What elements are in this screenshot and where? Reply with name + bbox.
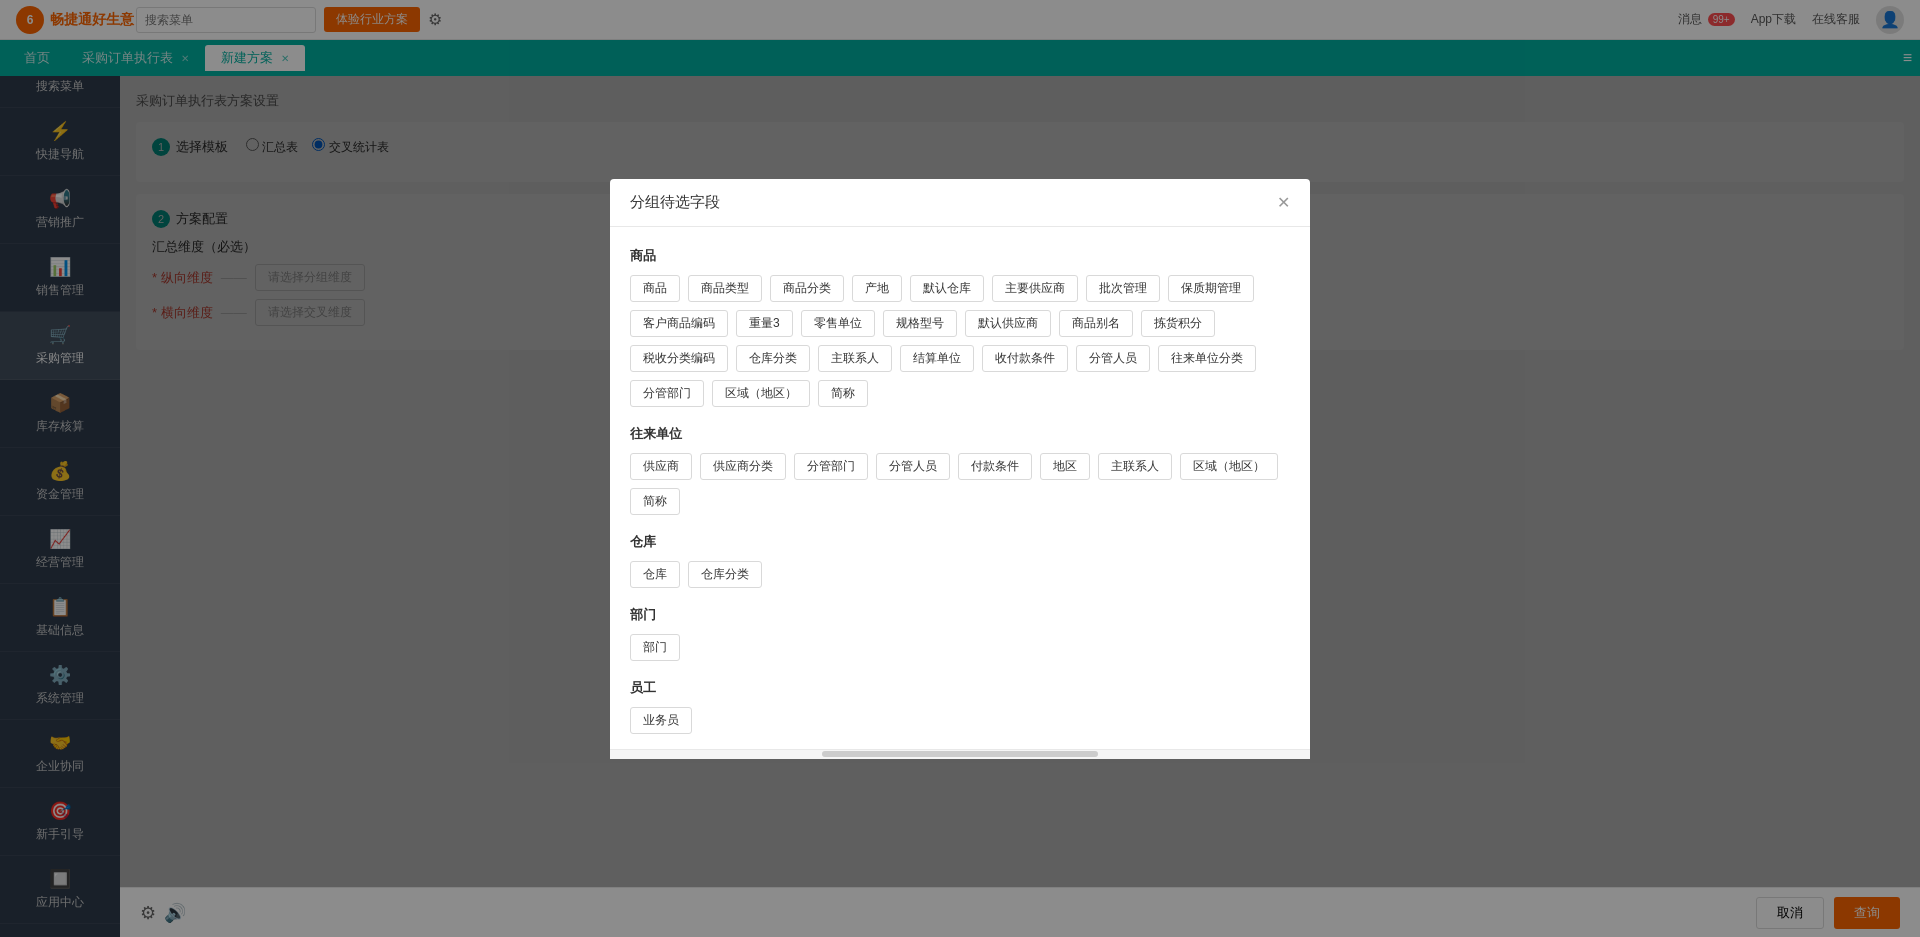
modal-overlay: 分组待选字段 ✕ 商品 商品 商品类型 商品分类 产地 默认仓库 主要供应商 批…: [0, 0, 1920, 937]
section-partners: 往来单位 供应商 供应商分类 分管部门 分管人员 付款条件 地区 主联系人 区域…: [630, 425, 1290, 515]
modal-hscroll[interactable]: [610, 749, 1310, 759]
modal-body: 商品 商品 商品类型 商品分类 产地 默认仓库 主要供应商 批次管理 保质期管理…: [610, 227, 1310, 749]
field-tag-salesperson[interactable]: 业务员: [630, 707, 692, 734]
field-tag-batch[interactable]: 批次管理: [1086, 275, 1160, 302]
section-goods-fields: 商品 商品类型 商品分类 产地 默认仓库 主要供应商 批次管理 保质期管理 客户…: [630, 275, 1290, 407]
field-tag-goods[interactable]: 商品: [630, 275, 680, 302]
field-tag-staff-partner[interactable]: 分管人员: [876, 453, 950, 480]
section-partners-fields: 供应商 供应商分类 分管部门 分管人员 付款条件 地区 主联系人 区域（地区） …: [630, 453, 1290, 515]
field-tag-region-goods[interactable]: 区域（地区）: [712, 380, 810, 407]
field-tag-payment-partner[interactable]: 付款条件: [958, 453, 1032, 480]
section-dept-title: 部门: [630, 606, 1290, 624]
section-warehouse-title: 仓库: [630, 533, 1290, 551]
field-tag-dept-managed[interactable]: 分管部门: [630, 380, 704, 407]
field-tag-customer-code[interactable]: 客户商品编码: [630, 310, 728, 337]
field-tag-origin[interactable]: 产地: [852, 275, 902, 302]
field-tag-goods-cat[interactable]: 商品分类: [770, 275, 844, 302]
field-select-modal: 分组待选字段 ✕ 商品 商品 商品类型 商品分类 产地 默认仓库 主要供应商 批…: [610, 179, 1310, 759]
field-tag-contact-partner[interactable]: 主联系人: [1098, 453, 1172, 480]
field-tag-warehouse[interactable]: 仓库: [630, 561, 680, 588]
field-tag-dept-partner[interactable]: 分管部门: [794, 453, 868, 480]
section-dept-fields: 部门: [630, 634, 1290, 661]
section-goods-title: 商品: [630, 247, 1290, 265]
field-tag-expiry[interactable]: 保质期管理: [1168, 275, 1254, 302]
section-warehouse: 仓库 仓库 仓库分类: [630, 533, 1290, 588]
field-tag-goods-alias[interactable]: 商品别名: [1059, 310, 1133, 337]
field-tag-short-name-partner[interactable]: 简称: [630, 488, 680, 515]
section-staff-title: 员工: [630, 679, 1290, 697]
section-partners-title: 往来单位: [630, 425, 1290, 443]
field-tag-partner-cat[interactable]: 往来单位分类: [1158, 345, 1256, 372]
field-tag-region-partner[interactable]: 区域（地区）: [1180, 453, 1278, 480]
field-tag-main-contact[interactable]: 主联系人: [818, 345, 892, 372]
section-dept: 部门 部门: [630, 606, 1290, 661]
field-tag-warehouse-cat[interactable]: 仓库分类: [736, 345, 810, 372]
modal-header: 分组待选字段 ✕: [610, 179, 1310, 227]
field-tag-weight[interactable]: 重量3: [736, 310, 793, 337]
section-staff: 员工 业务员: [630, 679, 1290, 734]
field-tag-short-name-goods[interactable]: 简称: [818, 380, 868, 407]
field-tag-spec-model[interactable]: 规格型号: [883, 310, 957, 337]
section-warehouse-fields: 仓库 仓库分类: [630, 561, 1290, 588]
field-tag-area-partner[interactable]: 地区: [1040, 453, 1090, 480]
field-tag-warehouse-cat2[interactable]: 仓库分类: [688, 561, 762, 588]
field-tag-pick-points[interactable]: 拣货积分: [1141, 310, 1215, 337]
field-tag-payment-terms[interactable]: 收付款条件: [982, 345, 1068, 372]
field-tag-default-supplier[interactable]: 默认供应商: [965, 310, 1051, 337]
field-tag-settle-unit[interactable]: 结算单位: [900, 345, 974, 372]
modal-title: 分组待选字段: [630, 193, 720, 212]
field-tag-supplier[interactable]: 供应商: [630, 453, 692, 480]
field-tag-manager[interactable]: 分管人员: [1076, 345, 1150, 372]
field-tag-dept[interactable]: 部门: [630, 634, 680, 661]
section-staff-fields: 业务员: [630, 707, 1290, 734]
field-tag-main-supplier[interactable]: 主要供应商: [992, 275, 1078, 302]
section-goods: 商品 商品 商品类型 商品分类 产地 默认仓库 主要供应商 批次管理 保质期管理…: [630, 247, 1290, 407]
field-tag-retail-unit[interactable]: 零售单位: [801, 310, 875, 337]
field-tag-supplier-cat[interactable]: 供应商分类: [700, 453, 786, 480]
modal-close-button[interactable]: ✕: [1277, 193, 1290, 212]
field-tag-goods-type[interactable]: 商品类型: [688, 275, 762, 302]
field-tag-tax-code[interactable]: 税收分类编码: [630, 345, 728, 372]
field-tag-default-warehouse[interactable]: 默认仓库: [910, 275, 984, 302]
